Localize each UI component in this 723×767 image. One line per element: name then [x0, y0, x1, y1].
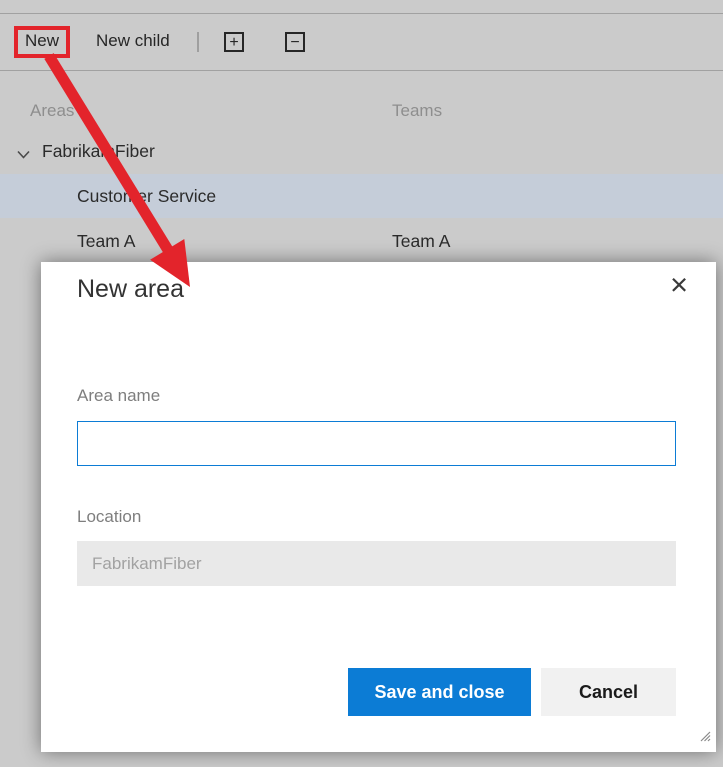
new-area-dialog: New area × Area name Location Save and c… — [41, 262, 716, 752]
toolbar-divider — [197, 32, 199, 52]
table-row-customer-service[interactable]: Customer Service — [77, 186, 216, 207]
chevron-down-icon[interactable] — [17, 146, 30, 164]
table-row-team-a[interactable]: Team A — [77, 231, 135, 252]
resize-grip-icon[interactable] — [697, 728, 711, 747]
location-label: Location — [77, 507, 142, 526]
dialog-title: New area — [77, 275, 184, 303]
column-header-areas[interactable]: Areas — [30, 101, 74, 121]
column-header-teams[interactable]: Teams — [392, 101, 442, 121]
cancel-button[interactable]: Cancel — [541, 668, 676, 716]
new-button[interactable]: New — [25, 31, 59, 51]
collapse-all-icon[interactable]: − — [285, 32, 305, 52]
area-name-input[interactable] — [77, 421, 676, 466]
toolbar-divider-line — [0, 70, 723, 71]
save-and-close-button[interactable]: Save and close — [348, 668, 531, 716]
expand-all-icon[interactable]: + — [224, 32, 244, 52]
new-child-button[interactable]: New child — [96, 31, 170, 51]
table-cell-team-a-teams: Team A — [392, 231, 451, 251]
table-row-fabrikamfiber[interactable]: FabrikamFiber — [42, 141, 155, 162]
area-name-label: Area name — [77, 386, 161, 405]
page-top-divider — [0, 13, 723, 14]
close-icon[interactable]: × — [662, 266, 696, 304]
location-input — [77, 541, 676, 586]
